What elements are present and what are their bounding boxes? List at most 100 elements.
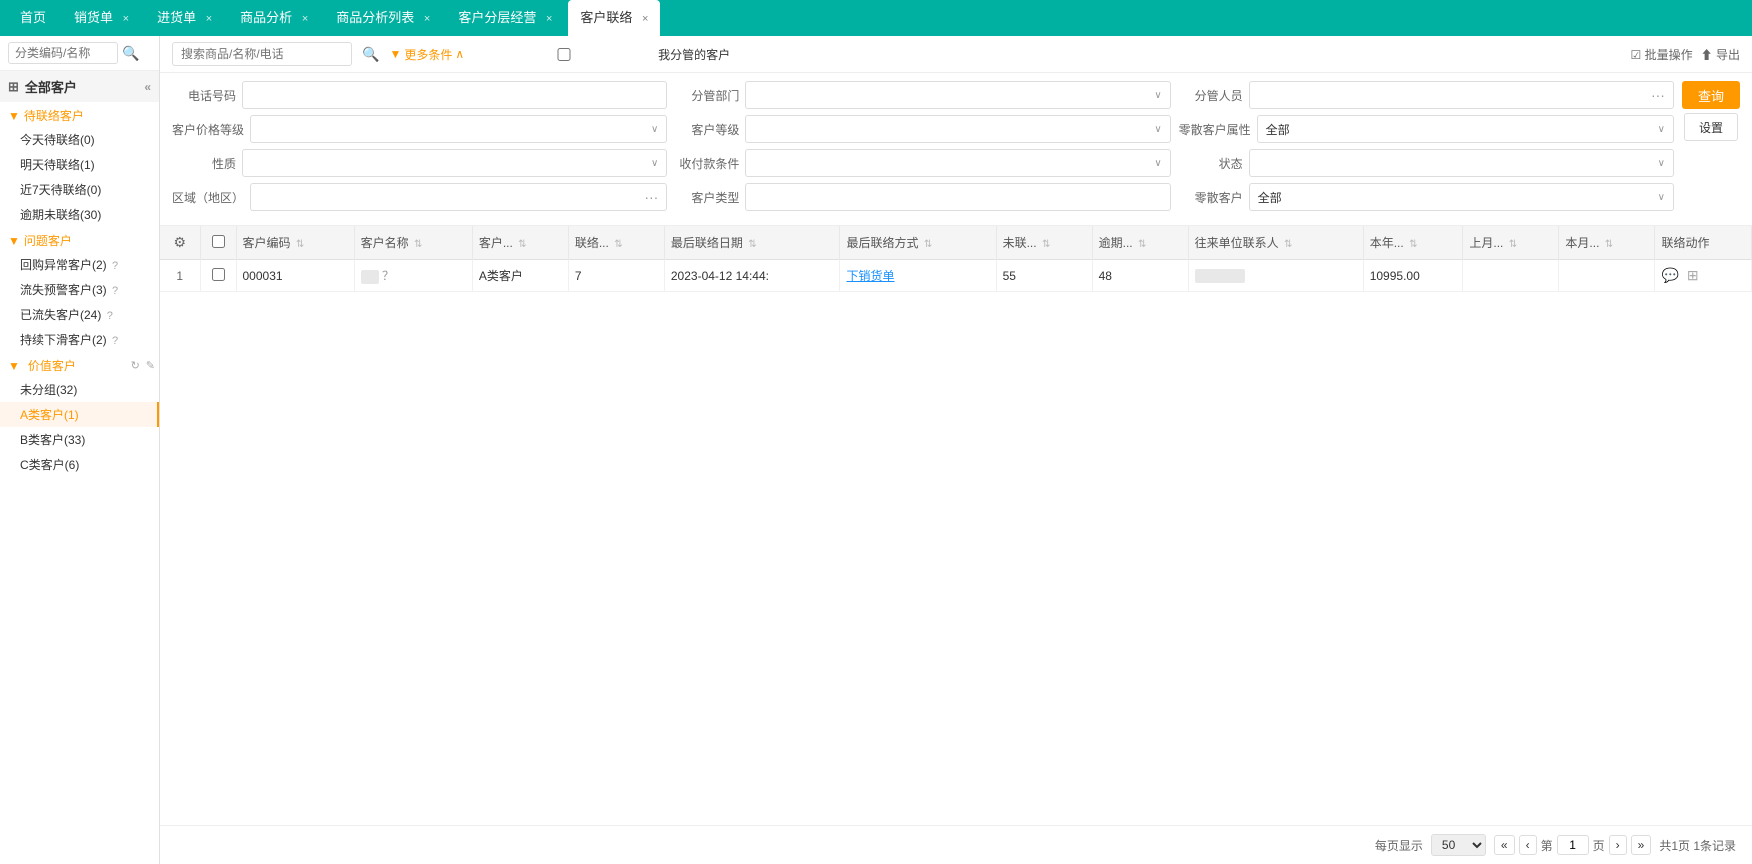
phone-input[interactable] bbox=[242, 81, 667, 109]
nav-purchase[interactable]: 进货单 × bbox=[145, 0, 224, 36]
row-checkbox-cell[interactable] bbox=[200, 260, 236, 292]
mine-filter[interactable]: 我分管的客户 bbox=[474, 46, 730, 63]
customer-level-select[interactable]: ∨ bbox=[745, 115, 1170, 143]
sidebar-item-churn-warning[interactable]: 流失预警客户(3) ? bbox=[0, 277, 159, 302]
sidebar-item-today[interactable]: 今天待联络(0) bbox=[0, 127, 159, 152]
export-btn[interactable]: ⬆ 导出 bbox=[1701, 46, 1740, 63]
page-size-select[interactable]: 50 100 200 bbox=[1431, 834, 1486, 856]
sort-overdue-icon[interactable]: ⇅ bbox=[1138, 239, 1146, 250]
close-tier-tab[interactable]: × bbox=[546, 13, 552, 25]
sidebar-item-c-class[interactable]: C类客户(6) bbox=[0, 452, 159, 477]
sidebar-group-pending[interactable]: ▼ 待联络客户 bbox=[0, 102, 159, 127]
filter-actions: ☑ 批量操作 ⬆ 导出 bbox=[1631, 46, 1741, 63]
chat-action-icon[interactable]: 💬 bbox=[1661, 267, 1678, 284]
close-sales-tab[interactable]: × bbox=[123, 13, 129, 25]
nature-select[interactable]: ∨ bbox=[242, 149, 667, 177]
next-page-btn[interactable]: › bbox=[1609, 835, 1627, 855]
refresh-icon[interactable]: ↻ bbox=[131, 359, 140, 372]
nav-home[interactable]: 首页 bbox=[8, 0, 58, 36]
close-purchase-tab[interactable]: × bbox=[206, 13, 212, 25]
nav-sales[interactable]: 销货单 × bbox=[62, 0, 141, 36]
price-level-select[interactable]: ∨ bbox=[250, 115, 667, 143]
sort-last-date-icon[interactable]: ⇅ bbox=[748, 239, 756, 250]
select-all-checkbox[interactable] bbox=[212, 235, 225, 248]
sidebar-all-customers[interactable]: ⊞ 全部客户 « bbox=[0, 71, 159, 102]
table-container[interactable]: ⚙ 客户编码 ⇅ 客户名称 ⇅ bbox=[160, 226, 1752, 825]
batch-op-btn[interactable]: ☑ 批量操作 bbox=[1631, 46, 1693, 63]
search-button[interactable]: 🔍 bbox=[362, 46, 379, 63]
dept-select[interactable]: ∨ bbox=[745, 81, 1170, 109]
abnormal-help-icon: ? bbox=[112, 260, 118, 272]
retail-customer-select[interactable]: 全部 ∨ bbox=[1249, 183, 1674, 211]
region-input[interactable]: ··· bbox=[250, 183, 667, 211]
field-customer-type: 客户类型 bbox=[675, 183, 1170, 211]
sort-type-icon[interactable]: ⇅ bbox=[518, 239, 526, 250]
nav-customer-tier[interactable]: 客户分层经营 × bbox=[446, 0, 564, 36]
close-contact-tab[interactable]: × bbox=[642, 13, 648, 25]
more-filters-btn[interactable]: ▼ 更多条件 ∧ bbox=[389, 46, 464, 63]
customer-type-input[interactable] bbox=[745, 183, 1170, 211]
status-select[interactable]: ∨ bbox=[1249, 149, 1674, 177]
nav-product-list[interactable]: 商品分析列表 × bbox=[324, 0, 442, 36]
prev-page-btn[interactable]: ‹ bbox=[1519, 835, 1537, 855]
nav-customer-contact[interactable]: 客户联络 × bbox=[568, 0, 660, 36]
col-no-contact: 未联... ⇅ bbox=[996, 226, 1092, 260]
payment-arrow-icon: ∨ bbox=[1154, 158, 1161, 169]
query-set-buttons: 查询 设置 bbox=[1682, 81, 1740, 141]
sidebar-item-7days[interactable]: 近7天待联络(0) bbox=[0, 177, 159, 202]
sidebar-item-declining[interactable]: 持续下滑客户(2) ? bbox=[0, 327, 159, 352]
field-region: 区域（地区） ··· bbox=[172, 183, 667, 211]
checkbox-batch-icon: ☑ bbox=[1631, 48, 1642, 62]
sidebar-search-input[interactable] bbox=[8, 42, 118, 64]
sort-last-month-icon[interactable]: ⇅ bbox=[1509, 239, 1517, 250]
retail-attr-select[interactable]: 全部 ∨ bbox=[1257, 115, 1674, 143]
close-product-tab[interactable]: × bbox=[302, 13, 308, 25]
payment-select[interactable]: ∨ bbox=[745, 149, 1170, 177]
query-button[interactable]: 查询 bbox=[1682, 81, 1740, 109]
sort-last-method-icon[interactable]: ⇅ bbox=[924, 239, 932, 250]
content-area: 🔍 ▼ 更多条件 ∧ 我分管的客户 ☑ 批量操作 ⬆ 导出 bbox=[160, 36, 1752, 864]
row-last-method[interactable]: 下销货单 bbox=[840, 260, 996, 292]
sidebar-search-icon[interactable]: 🔍 bbox=[122, 45, 139, 62]
row-checkbox[interactable] bbox=[212, 268, 225, 281]
field-retail-attr: 零散客户属性 全部 ∨ bbox=[1179, 115, 1674, 143]
sidebar-item-tomorrow[interactable]: 明天待联络(1) bbox=[0, 152, 159, 177]
last-page-btn[interactable]: » bbox=[1631, 835, 1652, 855]
sort-contact-icon[interactable]: ⇅ bbox=[614, 239, 622, 250]
pagination: 每页显示 50 100 200 « ‹ 第 页 › » 共1页 1条记录 bbox=[160, 825, 1752, 864]
table-row: 1 000031 ？ A类客户 7 2023-04-12 14:44 bbox=[160, 260, 1752, 292]
sort-name-icon[interactable]: ⇅ bbox=[414, 239, 422, 250]
sidebar-item-a-class[interactable]: A类客户(1) bbox=[0, 402, 159, 427]
sidebar-item-churned[interactable]: 已流失客户(24) ? bbox=[0, 302, 159, 327]
mine-checkbox[interactable] bbox=[474, 48, 654, 61]
sidebar-group-problem[interactable]: ▼ 问题客户 bbox=[0, 227, 159, 252]
set-button[interactable]: 设置 bbox=[1684, 113, 1738, 141]
sidebar-group-value[interactable]: ▼ 价值客户 ↻ ✎ bbox=[0, 352, 159, 377]
sidebar-item-b-class[interactable]: B类客户(33) bbox=[0, 427, 159, 452]
close-all-btn[interactable]: × bbox=[1735, 423, 1744, 441]
sidebar-item-abnormal[interactable]: 回购异常客户(2) ? bbox=[0, 252, 159, 277]
search-input[interactable] bbox=[172, 42, 352, 66]
sidebar-collapse-btn[interactable]: « bbox=[144, 80, 151, 94]
gear-header[interactable]: ⚙ bbox=[160, 226, 200, 260]
sort-this-month-icon[interactable]: ⇅ bbox=[1605, 239, 1613, 250]
checkbox-header[interactable] bbox=[200, 226, 236, 260]
sort-no-contact-icon[interactable]: ⇅ bbox=[1042, 239, 1050, 250]
nav-product-analysis[interactable]: 商品分析 × bbox=[228, 0, 320, 36]
qr-action-icon[interactable]: ⊞ bbox=[1687, 267, 1699, 284]
sort-code-icon[interactable]: ⇅ bbox=[296, 239, 304, 250]
sidebar-item-ungroup[interactable]: 未分组(32) bbox=[0, 377, 159, 402]
manager-input[interactable]: ··· bbox=[1249, 81, 1674, 109]
sort-this-year-icon[interactable]: ⇅ bbox=[1409, 239, 1417, 250]
sort-contact-person-icon[interactable]: ⇅ bbox=[1284, 239, 1292, 250]
name-color-block bbox=[361, 270, 379, 284]
last-method-link[interactable]: 下销货单 bbox=[846, 269, 894, 283]
col-action: 联络动作 bbox=[1655, 226, 1752, 260]
edit-value-group-icon[interactable]: ✎ bbox=[146, 359, 155, 372]
settings-icon[interactable]: ⚙ bbox=[173, 234, 186, 250]
sidebar-item-overdue[interactable]: 逾期未联络(30) bbox=[0, 202, 159, 227]
first-page-btn[interactable]: « bbox=[1494, 835, 1515, 855]
page-input[interactable] bbox=[1557, 835, 1589, 855]
sidebar-search-container: 🔍 bbox=[0, 36, 159, 71]
close-product-list-tab[interactable]: × bbox=[424, 13, 430, 25]
